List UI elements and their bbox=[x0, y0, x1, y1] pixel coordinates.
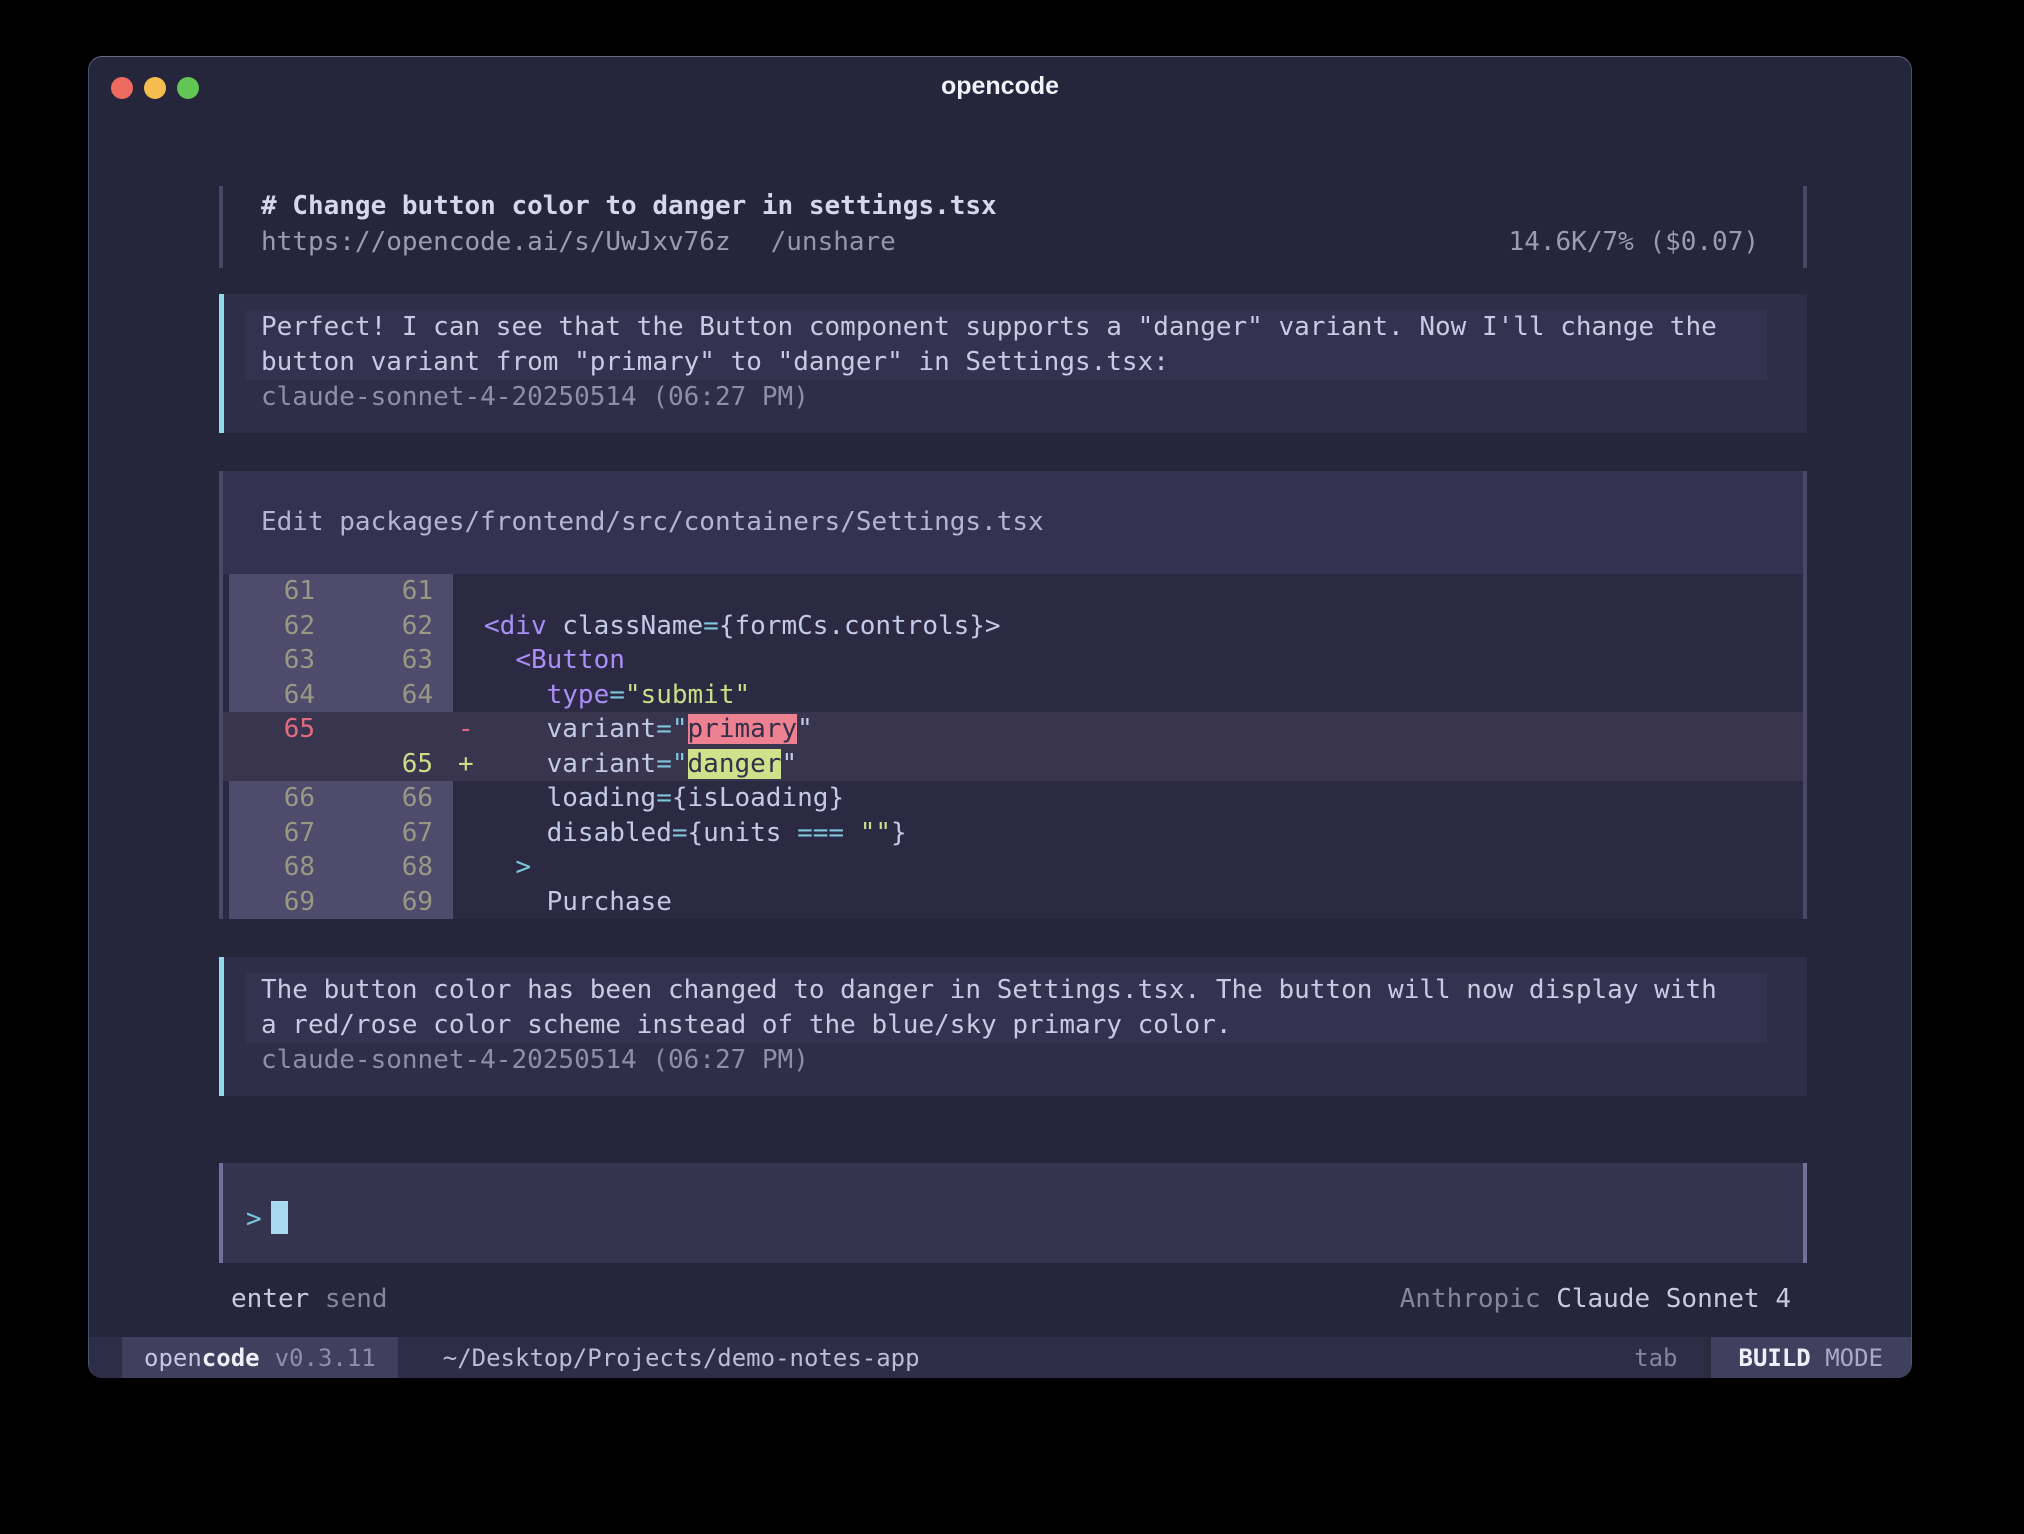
diff-marker bbox=[453, 885, 484, 920]
diff-marker: - bbox=[453, 712, 484, 747]
message-line: button variant from "primary" to "danger… bbox=[261, 345, 1767, 380]
message-line: The button color has been changed to dan… bbox=[261, 973, 1767, 1008]
window-title: opencode bbox=[89, 57, 1911, 115]
line-number-old: 63 bbox=[229, 643, 341, 678]
line-number-new: 62 bbox=[341, 609, 453, 644]
text-cursor bbox=[271, 1201, 288, 1234]
diff-row: 6969 Purchase bbox=[223, 885, 1803, 920]
model-provider: Anthropic bbox=[1400, 1284, 1557, 1314]
prompt-input[interactable]: > bbox=[219, 1163, 1807, 1263]
line-number-old: 61 bbox=[229, 574, 341, 609]
unshare-link[interactable]: /unshare bbox=[771, 224, 896, 260]
diff-row: 65 - variant="primary" bbox=[223, 712, 1803, 747]
app-version: v0.3.11 bbox=[275, 1344, 376, 1372]
titlebar: opencode bbox=[89, 57, 1911, 115]
code-line: disabled={units === ""} bbox=[484, 816, 907, 851]
message-line: Perfect! I can see that the Button compo… bbox=[261, 310, 1767, 345]
message-body: The button color has been changed to dan… bbox=[246, 973, 1767, 1043]
diff-table: 61616262 <div className={formCs.controls}… bbox=[223, 574, 1803, 919]
diff-row: 6767 disabled={units === ""} bbox=[223, 816, 1803, 851]
message-meta: claude-sonnet-4-20250514 (06:27 PM) bbox=[261, 380, 1807, 415]
line-number-old: 64 bbox=[229, 678, 341, 713]
token-stats: 14.6K/7% ($0.07) bbox=[1509, 224, 1759, 260]
diff-marker: + bbox=[453, 747, 484, 782]
working-directory: ~/Desktop/Projects/demo-notes-app bbox=[443, 1344, 920, 1372]
edit-tool-card: Edit packages/frontend/src/containers/Se… bbox=[219, 471, 1807, 919]
mode-badge[interactable]: BUILD MODE bbox=[1704, 1337, 1912, 1378]
line-number-old bbox=[229, 747, 341, 782]
message-body: Perfect! I can see that the Button compo… bbox=[246, 310, 1767, 380]
diff-marker bbox=[453, 781, 484, 816]
session-title: # Change button color to danger in setti… bbox=[261, 188, 1759, 224]
line-number-new: 63 bbox=[341, 643, 453, 678]
line-number-new: 66 bbox=[341, 781, 453, 816]
opencode-window: opencode # Change button color to danger… bbox=[88, 56, 1912, 1378]
line-number-new: 65 bbox=[341, 747, 453, 782]
code-line: <Button bbox=[484, 643, 625, 678]
diff-row: 6262 <div className={formCs.controls}> bbox=[223, 609, 1803, 644]
line-number-old: 68 bbox=[229, 850, 341, 885]
share-info-row: https://opencode.ai/s/UwJxv76z /unshare … bbox=[261, 224, 1759, 260]
diff-row: 6161 bbox=[223, 574, 1803, 609]
diff-row: 6363 <Button bbox=[223, 643, 1803, 678]
edit-tool-header: Edit packages/frontend/src/containers/Se… bbox=[223, 471, 1803, 574]
diff-marker bbox=[453, 609, 484, 644]
line-number-old: 67 bbox=[229, 816, 341, 851]
share-header: # Change button color to danger in setti… bbox=[219, 186, 1807, 268]
share-url-link[interactable]: https://opencode.ai/s/UwJxv76z bbox=[261, 224, 731, 260]
model-name: Claude Sonnet 4 bbox=[1556, 1284, 1791, 1314]
line-number-old: 65 bbox=[229, 712, 341, 747]
code-line: variant="primary" bbox=[484, 712, 813, 747]
code-line: > bbox=[484, 850, 531, 885]
code-line: loading={isLoading} bbox=[484, 781, 844, 816]
app-name-open: open bbox=[144, 1344, 202, 1372]
hints-row: enter send Anthropic Claude Sonnet 4 bbox=[219, 1284, 1807, 1314]
diff-marker bbox=[453, 678, 484, 713]
line-number-new: 64 bbox=[341, 678, 453, 713]
diff-row: 6464 type="submit" bbox=[223, 678, 1803, 713]
line-number-new: 61 bbox=[341, 574, 453, 609]
diff-row: 6868 > bbox=[223, 850, 1803, 885]
tab-hint: tab bbox=[1634, 1344, 1677, 1372]
mode-name: BUILD bbox=[1739, 1344, 1811, 1372]
line-number-old: 69 bbox=[229, 885, 341, 920]
model-indicator: Anthropic Claude Sonnet 4 bbox=[1400, 1284, 1791, 1314]
diff-marker bbox=[453, 643, 484, 678]
mode-suffix: MODE bbox=[1811, 1344, 1883, 1372]
assistant-message: The button color has been changed to dan… bbox=[219, 957, 1807, 1096]
enter-hint: enter send bbox=[231, 1284, 388, 1314]
code-line: Purchase bbox=[484, 885, 672, 920]
app-version-segment: opencode v0.3.11 bbox=[122, 1337, 398, 1378]
code-line: type="submit" bbox=[484, 678, 750, 713]
line-number-new: 68 bbox=[341, 850, 453, 885]
diff-marker bbox=[453, 816, 484, 851]
line-number-old: 62 bbox=[229, 609, 341, 644]
status-bar: opencode v0.3.11 ~/Desktop/Projects/demo-… bbox=[89, 1337, 1911, 1378]
diff-row: 65+ variant="danger" bbox=[223, 747, 1803, 782]
line-number-old: 66 bbox=[229, 781, 341, 816]
enter-key-label: enter bbox=[231, 1284, 309, 1314]
prompt-symbol: > bbox=[246, 1204, 262, 1234]
diff-marker bbox=[453, 574, 484, 609]
line-number-new: 67 bbox=[341, 816, 453, 851]
line-number-new: 69 bbox=[341, 885, 453, 920]
message-line: a red/rose color scheme instead of the b… bbox=[261, 1008, 1767, 1043]
line-number-new bbox=[341, 712, 453, 747]
status-bar-right: tab BUILD MODE bbox=[1634, 1337, 1911, 1378]
screen: opencode # Change button color to danger… bbox=[0, 0, 2024, 1534]
message-meta: claude-sonnet-4-20250514 (06:27 PM) bbox=[261, 1043, 1807, 1078]
code-line: <div className={formCs.controls}> bbox=[484, 609, 1001, 644]
enter-action-label: send bbox=[309, 1284, 387, 1314]
assistant-message: Perfect! I can see that the Button compo… bbox=[219, 294, 1807, 433]
diff-row: 6666 loading={isLoading} bbox=[223, 781, 1803, 816]
code-line: variant="danger" bbox=[484, 747, 797, 782]
app-name-code: code bbox=[202, 1344, 260, 1372]
diff-marker bbox=[453, 850, 484, 885]
